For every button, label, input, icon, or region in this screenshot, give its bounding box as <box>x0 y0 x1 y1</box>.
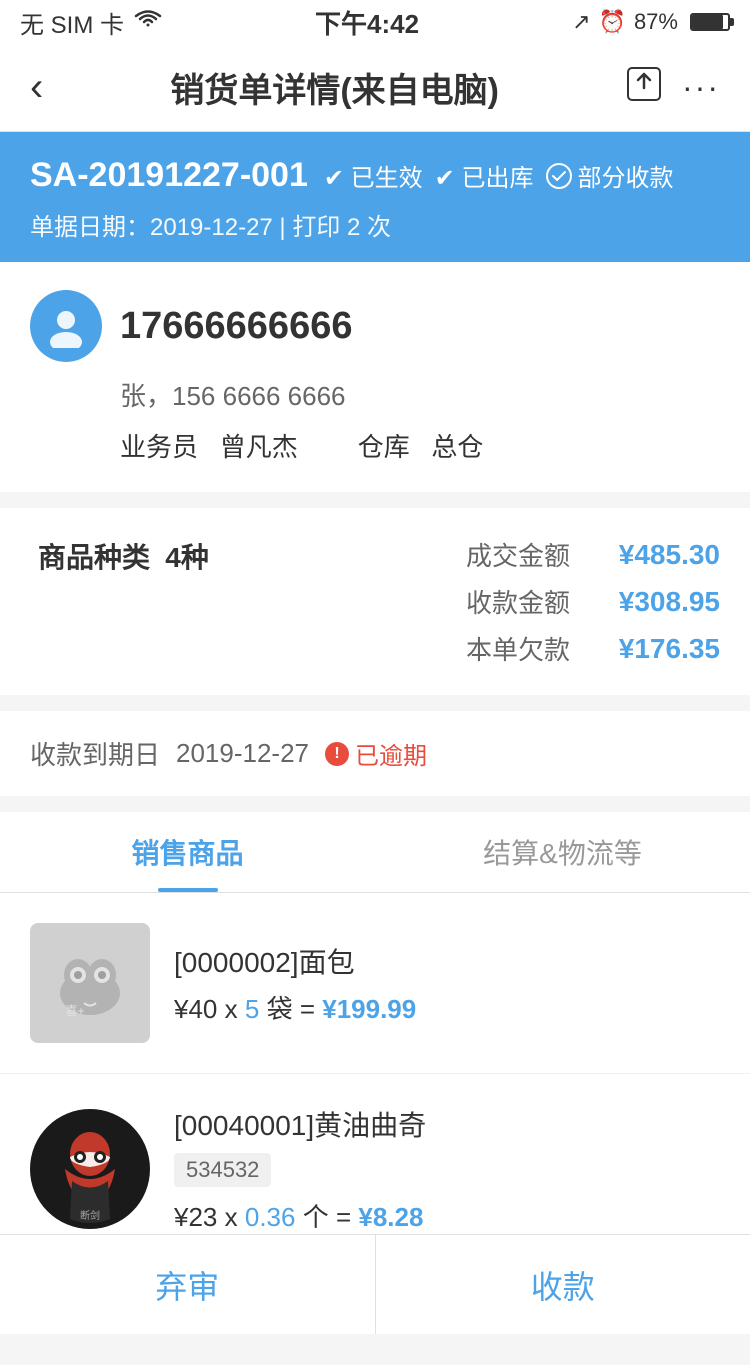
share-icon[interactable] <box>626 66 662 109</box>
more-icon[interactable]: ··· <box>682 69 720 106</box>
nav-actions: ··· <box>626 66 720 109</box>
product-info-1: [0000002]面包 ¥40 x 5 袋 = ¥199.99 <box>174 941 720 1026</box>
battery-icon <box>690 13 730 31</box>
customer-staff: 业务员 曾凡杰 仓库 总仓 <box>30 427 720 464</box>
overdue-badge: ! 已逾期 <box>325 736 427 771</box>
product-badge-2: 534532 <box>174 1153 271 1187</box>
status-tag-shipped: ✔ 已出库 <box>435 158 534 193</box>
avatar <box>30 290 102 362</box>
battery-percent: 87% <box>634 9 678 35</box>
location-icon: ↗ <box>572 9 590 35</box>
order-header: SA-20191227-001 ✔ 已生效 ✔ 已出库 部分收款 单据日期：20… <box>0 132 750 262</box>
status-tag-effective: ✔ 已生效 <box>324 158 423 193</box>
stat-received: 收款金额 ¥308.95 <box>466 583 720 620</box>
product-info-2: [00040001]黄油曲奇 534532 ¥23 x 0.36 个 = ¥8.… <box>174 1104 720 1234</box>
product-thumb-2: 断剑 <box>30 1109 150 1229</box>
staff-value: 曾凡杰 <box>220 432 298 462</box>
cancel-button[interactable]: 弃审 <box>0 1235 376 1334</box>
stats-section: 商品种类 4种 成交金额 ¥485.30 收款金额 ¥308.95 本单欠款 ¥… <box>0 508 750 695</box>
bottom-bar: 弃审 收款 <box>0 1234 750 1334</box>
product-item-1: 喜+ [0000002]面包 ¥40 x 5 袋 = ¥199.99 <box>0 893 750 1074</box>
product-list: 喜+ [0000002]面包 ¥40 x 5 袋 = ¥199.99 <box>0 893 750 1265</box>
divider-2 <box>0 695 750 711</box>
carrier-text: 无 SIM 卡 <box>20 5 124 40</box>
tab-products[interactable]: 销售商品 <box>0 812 375 892</box>
stats-left: 商品种类 4种 <box>30 536 209 576</box>
stats-right: 成交金额 ¥485.30 收款金额 ¥308.95 本单欠款 ¥176.35 <box>466 536 720 667</box>
customer-name: 17666666666 <box>120 305 352 348</box>
order-meta: 单据日期：2019-12-27 | 打印 2 次 <box>30 207 720 242</box>
tabs: 销售商品 结算&物流等 <box>0 812 750 893</box>
product-price-1: ¥40 x 5 袋 = ¥199.99 <box>174 989 720 1026</box>
confirm-button[interactable]: 收款 <box>376 1235 750 1334</box>
customer-section: 17666666666 张，156 6666 6666 业务员 曾凡杰 仓库 总… <box>0 262 750 492</box>
due-section: 收款到期日 2019-12-27 ! 已逾期 <box>0 711 750 796</box>
back-button[interactable]: ‹ <box>30 65 43 110</box>
status-right: ↗ ⏰ 87% <box>572 9 730 35</box>
product-name-2: [00040001]黄油曲奇 <box>174 1104 720 1144</box>
svg-text:喜+: 喜+ <box>65 1004 84 1018</box>
status-tag-partial: 部分收款 <box>545 158 673 193</box>
warehouse-value: 总仓 <box>431 432 483 462</box>
overdue-icon: ! <box>325 742 349 766</box>
product-price-2: ¥23 x 0.36 个 = ¥8.28 <box>174 1197 720 1234</box>
overdue-text: 已逾期 <box>355 736 427 771</box>
order-id: SA-20191227-001 <box>30 156 308 195</box>
page-title: 销货单详情(来自电脑) <box>170 63 499 112</box>
product-thumb-1: 喜+ <box>30 923 150 1043</box>
due-label: 收款到期日 <box>30 735 160 772</box>
status-carrier: 无 SIM 卡 <box>20 5 162 40</box>
status-time: 下午4:42 <box>315 4 419 41</box>
status-bar: 无 SIM 卡 下午4:42 ↗ ⏰ 87% <box>0 0 750 44</box>
divider-1 <box>0 492 750 508</box>
wifi-icon <box>134 8 162 36</box>
alarm-icon: ⏰ <box>599 9 626 35</box>
svg-text:断剑: 断剑 <box>80 1209 100 1222</box>
product-name-1: [0000002]面包 <box>174 941 720 981</box>
stat-deal: 成交金额 ¥485.30 <box>466 536 720 573</box>
staff-label: 业务员 曾凡杰 <box>120 427 298 464</box>
customer-sub: 张，156 6666 6666 <box>30 376 720 413</box>
tab-settlement[interactable]: 结算&物流等 <box>375 812 750 892</box>
stat-debt: 本单欠款 ¥176.35 <box>466 630 720 667</box>
nav-bar: ‹ 销货单详情(来自电脑) ··· <box>0 44 750 132</box>
warehouse-label: 仓库 总仓 <box>358 427 484 464</box>
divider-3 <box>0 796 750 812</box>
due-date: 2019-12-27 <box>176 738 309 769</box>
